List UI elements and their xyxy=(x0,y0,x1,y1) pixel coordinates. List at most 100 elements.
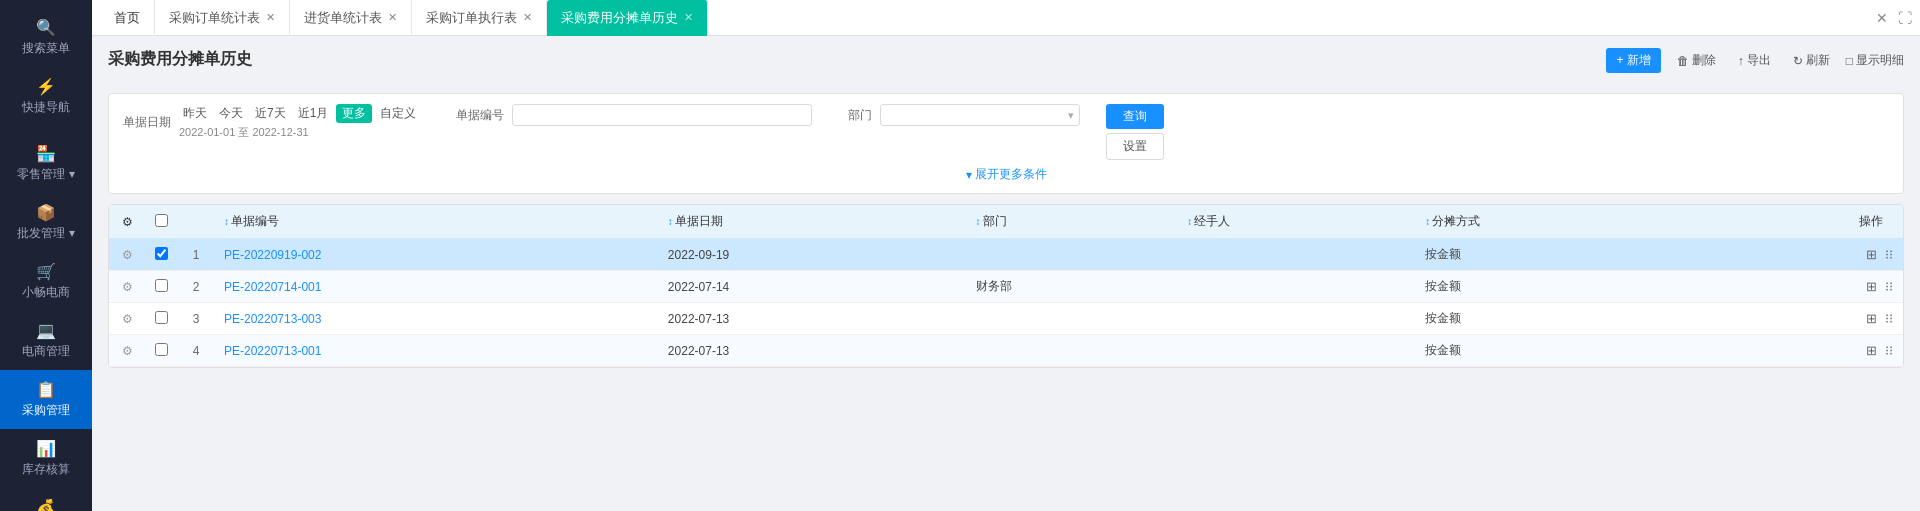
col-gear[interactable]: ⚙ xyxy=(109,205,145,239)
delete-button[interactable]: 🗑 🗑 删除 删除 xyxy=(1671,49,1722,72)
export-button[interactable]: ↑ 导出 xyxy=(1732,49,1777,72)
sidebar-item-search[interactable]: 🔍 搜索菜单 xyxy=(0,8,92,67)
row-checkbox-2[interactable] xyxy=(155,279,168,292)
row-doc-no[interactable]: PE-20220714-001 xyxy=(214,271,658,303)
doc-no-link[interactable]: PE-20220713-001 xyxy=(224,344,321,358)
refresh-button[interactable]: ↻ 刷新 xyxy=(1787,49,1836,72)
dept-input[interactable] xyxy=(880,104,1080,126)
date-btn-more[interactable]: 更多 xyxy=(336,104,372,123)
purchase-icon: 📋 xyxy=(4,380,88,399)
close-all-tabs-button[interactable]: ✕ xyxy=(1876,10,1888,26)
date-btn-custom[interactable]: 自定义 xyxy=(376,104,420,123)
tab-purchase-order-stats[interactable]: 采购订单统计表 ✕ xyxy=(155,0,290,36)
doc-no-link[interactable]: PE-20220714-001 xyxy=(224,280,321,294)
show-detail-toggle[interactable]: □ □ 显示明细 显示明细 xyxy=(1846,52,1904,69)
page-title: 采购费用分摊单历史 xyxy=(108,49,252,70)
refresh-icon: ↻ xyxy=(1793,54,1803,68)
doc-no-link[interactable]: PE-20220919-002 xyxy=(224,248,321,262)
tab-close-purchase-order-exec[interactable]: ✕ xyxy=(523,11,532,24)
row-doc-no[interactable]: PE-20220713-001 xyxy=(214,335,658,367)
tab-purchase-fee-history[interactable]: 采购费用分摊单历史 ✕ xyxy=(547,0,708,36)
row-dept xyxy=(966,335,1178,367)
sidebar-item-ecommerce[interactable]: 💻 电商管理 xyxy=(0,311,92,370)
row-number: 3 xyxy=(178,303,214,335)
row-doc-date: 2022-07-13 xyxy=(658,303,966,335)
tab-close-purchase-order-stats[interactable]: ✕ xyxy=(266,11,275,24)
doc-no-link[interactable]: PE-20220713-003 xyxy=(224,312,321,326)
row-checkbox-3[interactable] xyxy=(155,311,168,324)
quick-nav-icon: ⚡ xyxy=(4,77,88,96)
col-doc-date[interactable]: ↕单据日期 xyxy=(658,205,966,239)
sidebar-item-inventory[interactable]: 📊 库存核算 xyxy=(0,429,92,488)
row-gear[interactable]: ⚙ xyxy=(109,303,145,335)
row-view-icon[interactable]: ⊞ xyxy=(1866,279,1877,294)
row-view-icon[interactable]: ⊞ xyxy=(1866,247,1877,262)
col-doc-no[interactable]: ↕单据编号 xyxy=(214,205,658,239)
row-split-method: 按金额 xyxy=(1415,303,1699,335)
maximize-button[interactable]: ⛶ xyxy=(1898,10,1912,26)
row-dept: 财务部 xyxy=(966,271,1178,303)
sidebar-item-purchase[interactable]: 📋 采购管理 xyxy=(0,370,92,429)
date-btn-yesterday[interactable]: 昨天 xyxy=(179,104,211,123)
row-gear[interactable]: ⚙ xyxy=(109,335,145,367)
toolbar: + 新增 🗑 🗑 删除 删除 ↑ 导出 ↻ 刷新 □ □ 显示明细 xyxy=(1606,48,1904,73)
row-check[interactable] xyxy=(145,239,178,271)
row-view-icon[interactable]: ⊞ xyxy=(1866,343,1877,358)
mini-shop-icon: 🛒 xyxy=(4,262,88,281)
tab-actions: ✕ ⛶ xyxy=(1876,10,1912,26)
add-button[interactable]: + 新增 xyxy=(1606,48,1660,73)
col-split-method[interactable]: ↕分摊方式 xyxy=(1415,205,1699,239)
data-table: ⚙ ↕单据编号 ↕单据日期 ↕部门 ↕经手人 ↕分摊方式 操作 xyxy=(109,205,1903,367)
row-check[interactable] xyxy=(145,271,178,303)
tab-close-inbound-stats[interactable]: ✕ xyxy=(388,11,397,24)
col-action: 操作 xyxy=(1699,205,1903,239)
row-dept xyxy=(966,303,1178,335)
row-check[interactable] xyxy=(145,303,178,335)
date-btn-7days[interactable]: 近7天 xyxy=(251,104,290,123)
tab-purchase-order-exec[interactable]: 采购订单执行表 ✕ xyxy=(412,0,547,36)
dept-filter: 部门 xyxy=(848,104,1080,126)
date-filter: 单据日期 昨天 今天 近7天 近1月 更多 自定义 2022-01-01 至 2… xyxy=(123,104,420,140)
sidebar-item-mini-shop[interactable]: 🛒 小畅电商 xyxy=(0,252,92,311)
row-handler xyxy=(1177,271,1415,303)
tab-inbound-stats[interactable]: 进货单统计表 ✕ xyxy=(290,0,412,36)
date-btn-today[interactable]: 今天 xyxy=(215,104,247,123)
date-filter-label: 单据日期 xyxy=(123,114,171,131)
col-dept[interactable]: ↕部门 xyxy=(966,205,1178,239)
settings-button[interactable]: 设置 xyxy=(1106,133,1164,160)
row-more-icon[interactable]: ⁝⁝ xyxy=(1885,311,1893,326)
row-gear[interactable]: ⚙ xyxy=(109,239,145,271)
row-gear[interactable]: ⚙ xyxy=(109,271,145,303)
row-actions: ⊞ ⁝⁝ xyxy=(1699,303,1903,335)
sidebar-item-wholesale[interactable]: 📦 批发管理 ▾ xyxy=(0,193,92,252)
table-header-row: ⚙ ↕单据编号 ↕单据日期 ↕部门 ↕经手人 ↕分摊方式 操作 xyxy=(109,205,1903,239)
row-more-icon[interactable]: ⁝⁝ xyxy=(1885,247,1893,262)
row-view-icon[interactable]: ⊞ xyxy=(1866,311,1877,326)
dept-select-wrap xyxy=(880,104,1080,126)
col-handler[interactable]: ↕经手人 xyxy=(1177,205,1415,239)
select-all-checkbox[interactable] xyxy=(155,214,168,227)
row-checkbox-4[interactable] xyxy=(155,343,168,356)
row-more-icon[interactable]: ⁝⁝ xyxy=(1885,343,1893,358)
table-row: ⚙ 4 PE-20220713-001 2022-07-13 按金额 ⊞ ⁝⁝ xyxy=(109,335,1903,367)
search-button[interactable]: 查询 xyxy=(1106,104,1164,129)
sidebar-item-retail[interactable]: 🏪 零售管理 ▾ xyxy=(0,134,92,193)
row-actions: ⊞ ⁝⁝ xyxy=(1699,239,1903,271)
row-doc-no[interactable]: PE-20220713-003 xyxy=(214,303,658,335)
tab-home[interactable]: 首页 xyxy=(100,0,155,36)
data-table-container: ⚙ ↕单据编号 ↕单据日期 ↕部门 ↕经手人 ↕分摊方式 操作 xyxy=(108,204,1904,368)
row-handler xyxy=(1177,303,1415,335)
doc-no-input[interactable] xyxy=(512,104,812,126)
sidebar-item-quick-nav[interactable]: ⚡ 快捷导航 xyxy=(0,67,92,126)
sidebar: 🔍 搜索菜单 ⚡ 快捷导航 🏪 零售管理 ▾ 📦 批发管理 ▾ 🛒 小畅电商 💻… xyxy=(0,0,92,511)
sidebar-item-finance[interactable]: 💰 资金管理 xyxy=(0,488,92,511)
row-doc-no[interactable]: PE-20220919-002 xyxy=(214,239,658,271)
expand-conditions-button[interactable]: ▾ 展开更多条件 xyxy=(966,166,1047,183)
date-btn-1month[interactable]: 近1月 xyxy=(294,104,333,123)
row-checkbox-1[interactable] xyxy=(155,247,168,260)
expand-icon: ▾ xyxy=(966,168,972,182)
doc-no-filter: 单据编号 xyxy=(456,104,812,126)
row-check[interactable] xyxy=(145,335,178,367)
row-more-icon[interactable]: ⁝⁝ xyxy=(1885,279,1893,294)
tab-close-purchase-fee-history[interactable]: ✕ xyxy=(684,11,693,24)
